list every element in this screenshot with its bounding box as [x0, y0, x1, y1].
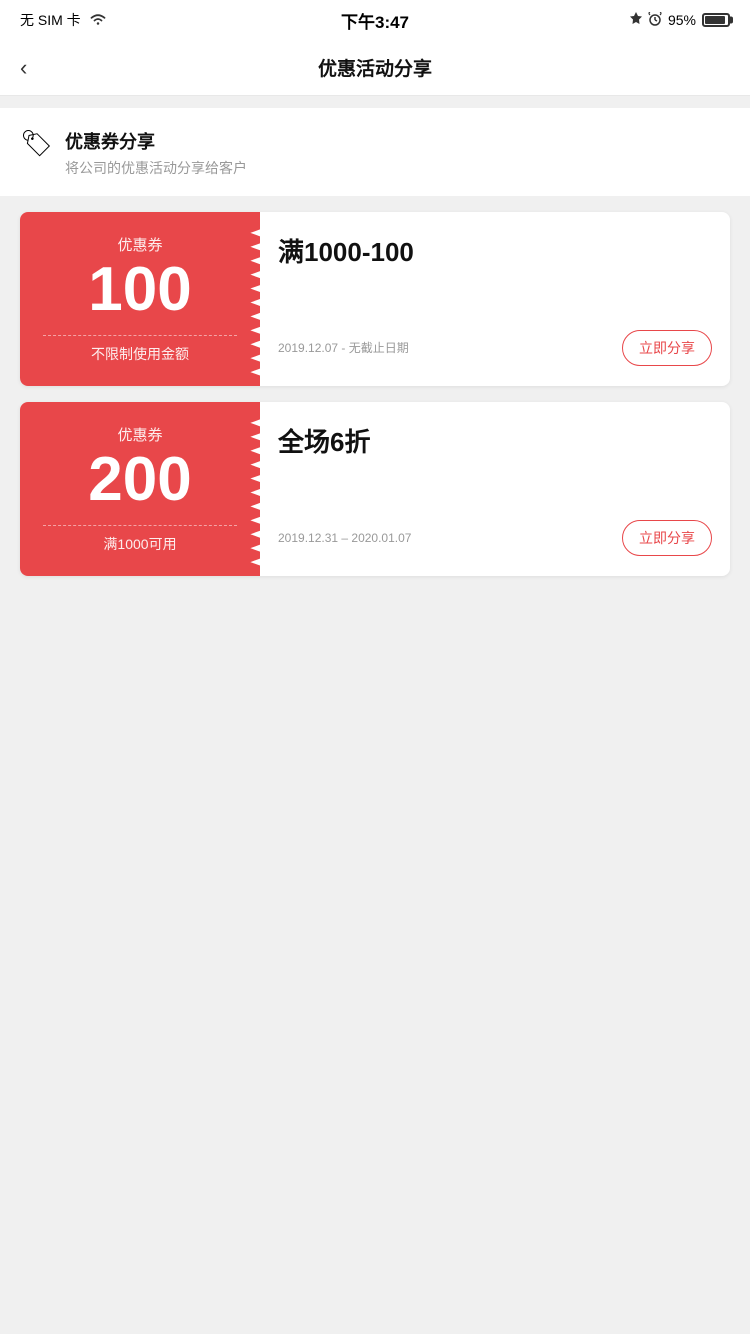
carrier-label: 无 SIM 卡	[20, 10, 81, 30]
section-title: 优惠券分享	[65, 128, 247, 154]
coupon-right-1: 满1000-100 2019.12.07 - 无截止日期 立即分享	[260, 212, 730, 386]
coupon-date-2: 2019.12.31 – 2020.01.07	[278, 530, 612, 547]
coupon-date-1: 2019.12.07 - 无截止日期	[278, 340, 612, 357]
coupon-footer-1: 2019.12.07 - 无截止日期 立即分享	[278, 330, 712, 366]
coupon-right-2: 全场6折 2019.12.31 – 2020.01.07 立即分享	[260, 402, 730, 576]
coupon-divider-2	[43, 525, 237, 526]
status-time: 下午3:47	[341, 8, 409, 33]
battery-icon	[702, 13, 730, 27]
coupon-name-2: 全场6折	[278, 422, 712, 459]
coupon-left-2: 优惠券 200 满1000可用	[20, 402, 260, 576]
status-bar: 无 SIM 卡 下午3:47 95%	[0, 0, 750, 40]
page-title: 优惠活动分享	[318, 54, 432, 81]
coupon-type-label-1: 优惠券	[117, 234, 162, 255]
coupon-list: 优惠券 100 不限制使用金额 满1000-100 2019.12.07 - 无…	[0, 196, 750, 608]
coupon-divider-1	[43, 335, 237, 336]
section-header: 🏷 优惠券分享 将公司的优惠活动分享给客户	[0, 108, 750, 196]
back-button[interactable]: ‹	[20, 55, 27, 81]
section-subtitle: 将公司的优惠活动分享给客户	[65, 158, 247, 178]
coupon-card-1: 优惠券 100 不限制使用金额 满1000-100 2019.12.07 - 无…	[20, 212, 730, 386]
nav-bar: ‹ 优惠活动分享	[0, 40, 750, 96]
coupon-card-2: 优惠券 200 满1000可用 全场6折 2019.12.31 – 2020.0…	[20, 402, 730, 576]
alarm-icon	[648, 12, 662, 29]
coupon-name-1: 满1000-100	[278, 232, 712, 269]
coupon-type-label-2: 优惠券	[117, 424, 162, 445]
battery-percentage: 95%	[668, 12, 696, 28]
wifi-icon	[89, 12, 107, 29]
coupon-amount-2: 200	[88, 449, 191, 511]
coupon-footer-2: 2019.12.31 – 2020.01.07 立即分享	[278, 520, 712, 556]
coupon-condition-2: 满1000可用	[103, 534, 176, 554]
coupon-amount-1: 100	[88, 259, 191, 321]
location-icon	[630, 12, 642, 29]
coupon-condition-1: 不限制使用金额	[91, 344, 189, 364]
bottom-area	[0, 608, 750, 1208]
coupon-share-button-2[interactable]: 立即分享	[622, 520, 712, 556]
section-text: 优惠券分享 将公司的优惠活动分享给客户	[65, 128, 247, 178]
coupon-section-icon: 🏷	[20, 130, 53, 156]
coupon-left-1: 优惠券 100 不限制使用金额	[20, 212, 260, 386]
coupon-share-button-1[interactable]: 立即分享	[622, 330, 712, 366]
status-left: 无 SIM 卡	[20, 10, 107, 30]
status-right: 95%	[630, 12, 730, 29]
